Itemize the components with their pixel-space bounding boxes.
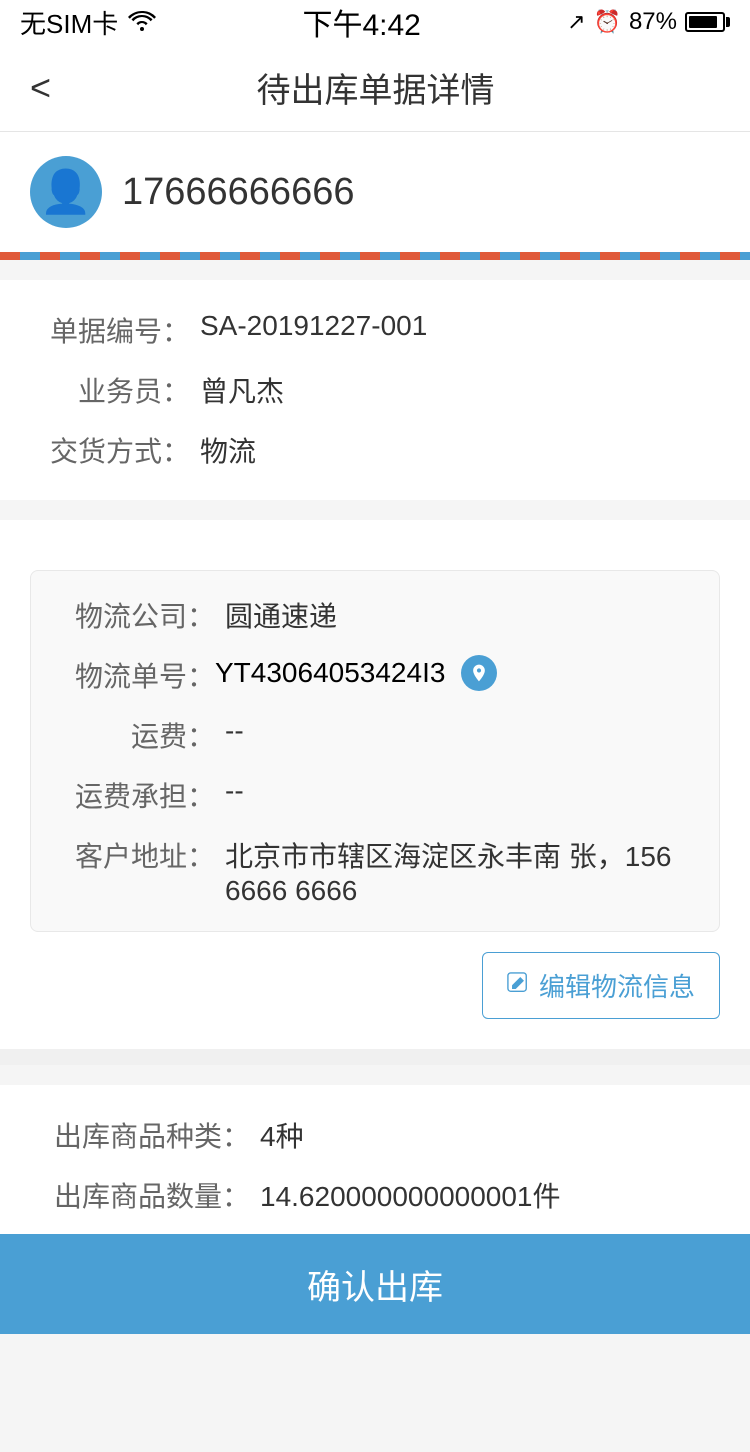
document-number-row: 单据编号： SA-20191227-001: [30, 310, 720, 350]
freight-row: 运费： --: [55, 715, 695, 755]
delivery-method-row: 交货方式： 物流: [30, 430, 720, 470]
bottom-spacer: [0, 1332, 750, 1452]
product-quantity-row: 出库商品数量： 14.620000000000001件: [30, 1175, 720, 1215]
salesperson-row: 业务员： 曾凡杰: [30, 370, 720, 410]
gray-divider: [0, 1049, 750, 1065]
logistics-card: 物流公司： 圆通速递 物流单号： YT43064053424I3 运费： -- …: [30, 570, 720, 932]
status-right: ↗ ⏰ 87%: [567, 8, 730, 36]
confirm-outbound-label: 确认出库: [307, 1260, 443, 1309]
location-icon[interactable]: [461, 655, 497, 691]
product-types-label: 出库商品种类：: [30, 1115, 250, 1155]
back-button[interactable]: <: [30, 67, 51, 109]
freight-value: --: [225, 715, 695, 747]
tracking-number-label: 物流单号：: [55, 655, 215, 695]
salesperson-value: 曾凡杰: [200, 370, 720, 410]
address-row: 客户地址： 北京市市辖区海淀区永丰南 张，156 6666 6666: [55, 835, 695, 907]
product-types-row: 出库商品种类： 4种: [30, 1115, 720, 1155]
edit-logistics-button[interactable]: 编辑物流信息: [482, 952, 720, 1019]
page-title: 待出库单据详情: [71, 63, 680, 112]
logistics-section: 物流公司： 圆通速递 物流单号： YT43064053424I3 运费： -- …: [0, 520, 750, 1049]
edit-logistics-btn-container: 编辑物流信息: [30, 952, 720, 1019]
avatar: 👤: [30, 156, 102, 228]
edit-icon: [507, 972, 529, 1000]
status-left: 无SIM卡: [20, 4, 156, 41]
status-time: 下午4:42: [302, 0, 420, 44]
gps-icon: ↗: [567, 9, 585, 35]
logistics-company-row: 物流公司： 圆通速递: [55, 595, 695, 635]
alarm-icon: ⏰: [594, 9, 621, 35]
address-value: 北京市市辖区海淀区永丰南 张，156 6666 6666: [225, 835, 695, 907]
basic-info-section: 单据编号： SA-20191227-001 业务员： 曾凡杰 交货方式： 物流: [0, 280, 750, 500]
address-label: 客户地址：: [55, 835, 215, 875]
carrier-text: 无SIM卡: [20, 4, 118, 41]
dashed-divider: [0, 252, 750, 260]
freight-bearer-value: --: [225, 775, 695, 807]
tracking-number-value: YT43064053424I3: [215, 657, 445, 689]
customer-header: 👤 17666666666: [0, 132, 750, 252]
tracking-number-row: 物流单号： YT43064053424I3: [55, 655, 695, 695]
product-quantity-value: 14.620000000000001件: [260, 1175, 720, 1215]
delivery-method-value: 物流: [200, 430, 720, 470]
battery-percent: 87%: [629, 8, 677, 36]
document-number-value: SA-20191227-001: [200, 310, 720, 342]
battery-icon: [685, 12, 730, 32]
logistics-company-value: 圆通速递: [225, 595, 695, 635]
confirm-outbound-button[interactable]: 确认出库: [0, 1234, 750, 1334]
freight-bearer-label: 运费承担：: [55, 775, 215, 815]
tracking-value-container: YT43064053424I3: [215, 655, 497, 691]
freight-bearer-row: 运费承担： --: [55, 775, 695, 815]
wifi-icon: [128, 7, 156, 38]
logistics-company-label: 物流公司：: [55, 595, 215, 635]
user-icon: 👤: [40, 168, 92, 217]
product-quantity-label: 出库商品数量：: [30, 1175, 250, 1215]
delivery-method-label: 交货方式：: [30, 430, 190, 470]
nav-bar: < 待出库单据详情: [0, 44, 750, 132]
document-number-label: 单据编号：: [30, 310, 190, 350]
edit-logistics-label: 编辑物流信息: [539, 967, 695, 1004]
product-types-value: 4种: [260, 1115, 720, 1155]
customer-phone: 17666666666: [122, 171, 354, 214]
salesperson-label: 业务员：: [30, 370, 190, 410]
freight-label: 运费：: [55, 715, 215, 755]
status-bar: 无SIM卡 下午4:42 ↗ ⏰ 87%: [0, 0, 750, 44]
